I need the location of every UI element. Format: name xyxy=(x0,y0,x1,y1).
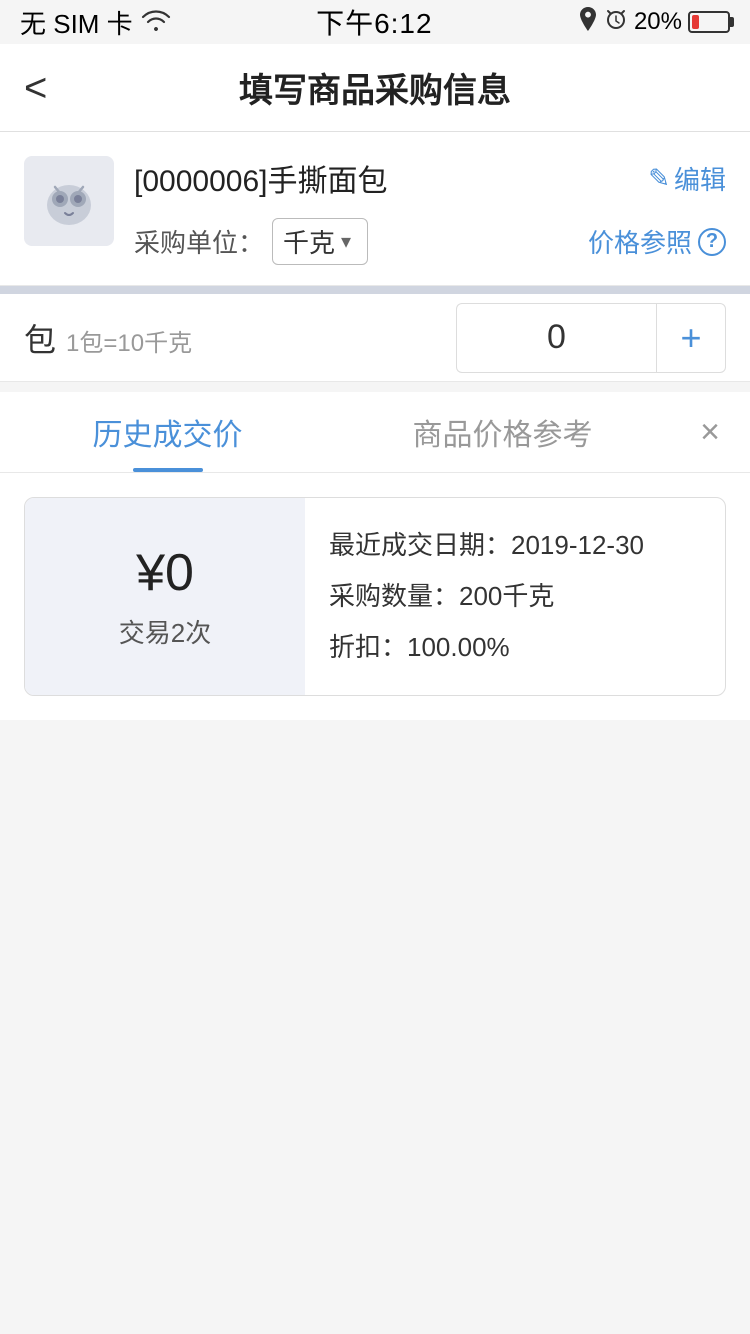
product-unit-row: 采购单位： 千克 ▾ 价格参照 ? xyxy=(134,218,726,265)
price-card-left: ¥0 交易2次 xyxy=(25,498,305,695)
price-card: ¥0 交易2次 最近成交日期：2019-12-30 采购数量：200千克 折扣：… xyxy=(24,497,726,696)
edit-button[interactable]: ✎ 编辑 xyxy=(648,160,726,197)
price-amount: ¥0 xyxy=(136,543,194,603)
product-image xyxy=(24,156,114,246)
tab-bar: 历史成交价 商品价格参考 × xyxy=(0,392,750,473)
battery-icon xyxy=(688,11,730,33)
unit-select[interactable]: 千克 ▾ xyxy=(272,218,368,265)
purchase-quantity-label: 采购数量： xyxy=(329,581,459,611)
latest-date-label: 最近成交日期： xyxy=(329,530,511,560)
help-icon: ? xyxy=(698,228,726,256)
discount-label: 折扣： xyxy=(329,632,407,662)
price-ref-label: 价格参照 xyxy=(588,223,692,260)
quantity-label-group: 包 1包=10千克 xyxy=(24,315,192,361)
product-header: [0000006]手撕面包 ✎ 编辑 采购单位： 千克 ▾ 价格参照 ? xyxy=(24,156,726,265)
purchase-quantity-row: 采购数量：200千克 xyxy=(329,577,701,616)
product-info: [0000006]手撕面包 ✎ 编辑 采购单位： 千克 ▾ 价格参照 ? xyxy=(134,156,726,265)
price-trade-count: 交易2次 xyxy=(119,613,211,650)
time-label: 下午6:12 xyxy=(316,2,433,42)
main-background xyxy=(0,720,750,1220)
tab-history-price[interactable]: 历史成交价 xyxy=(0,392,335,472)
tab-section: 历史成交价 商品价格参考 × ¥0 交易2次 最近成交日期：2019-12-30… xyxy=(0,392,750,720)
latest-date-row: 最近成交日期：2019-12-30 xyxy=(329,526,701,565)
unit-label: 采购单位： xyxy=(134,223,264,260)
location-icon xyxy=(578,7,598,38)
wifi-icon xyxy=(141,7,171,38)
status-right: 20% xyxy=(578,7,730,38)
carrier-label: 无 SIM 卡 xyxy=(20,4,133,41)
status-left: 无 SIM 卡 xyxy=(20,4,171,41)
tab-product-price-ref[interactable]: 商品价格参考 xyxy=(335,392,670,472)
product-card: [0000006]手撕面包 ✎ 编辑 采购单位： 千克 ▾ 价格参照 ? xyxy=(0,132,750,286)
latest-date-value: 2019-12-30 xyxy=(511,530,644,560)
quantity-input[interactable]: 0 xyxy=(456,303,656,373)
discount-value: 100.00% xyxy=(407,632,510,662)
tab-price-ref-label: 商品价格参考 xyxy=(413,410,593,454)
page-title: 填写商品采购信息 xyxy=(239,63,511,112)
product-top-row: [0000006]手撕面包 ✎ 编辑 xyxy=(134,156,726,200)
quantity-row: 包 1包=10千克 0 + xyxy=(0,294,750,382)
quantity-conversion-label: 1包=10千克 xyxy=(66,323,192,358)
product-name: [0000006]手撕面包 xyxy=(134,156,387,200)
unit-value: 千克 xyxy=(283,223,335,260)
back-button[interactable]: < xyxy=(24,68,47,108)
nav-bar: < 填写商品采购信息 xyxy=(0,44,750,132)
discount-row: 折扣：100.00% xyxy=(329,628,701,667)
product-logo xyxy=(37,169,101,233)
purchase-quantity-value: 200千克 xyxy=(459,581,554,611)
tab-history-label: 历史成交价 xyxy=(93,410,243,454)
edit-label: 编辑 xyxy=(674,160,726,197)
tab-close-button[interactable]: × xyxy=(670,392,750,472)
quantity-unit-label: 包 xyxy=(24,315,56,361)
quantity-plus-button[interactable]: + xyxy=(656,303,726,373)
history-content: ¥0 交易2次 最近成交日期：2019-12-30 采购数量：200千克 折扣：… xyxy=(0,473,750,720)
battery-percent: 20% xyxy=(634,8,682,36)
status-bar: 无 SIM 卡 下午6:12 20% xyxy=(0,0,750,44)
unit-dropdown-arrow: ▾ xyxy=(341,229,351,254)
price-card-right: 最近成交日期：2019-12-30 采购数量：200千克 折扣：100.00% xyxy=(305,498,725,695)
edit-icon: ✎ xyxy=(648,163,670,194)
scroll-indicator xyxy=(0,286,750,294)
alarm-icon xyxy=(604,7,628,38)
quantity-input-group: 0 + xyxy=(456,303,726,373)
price-ref-button[interactable]: 价格参照 ? xyxy=(588,223,726,260)
